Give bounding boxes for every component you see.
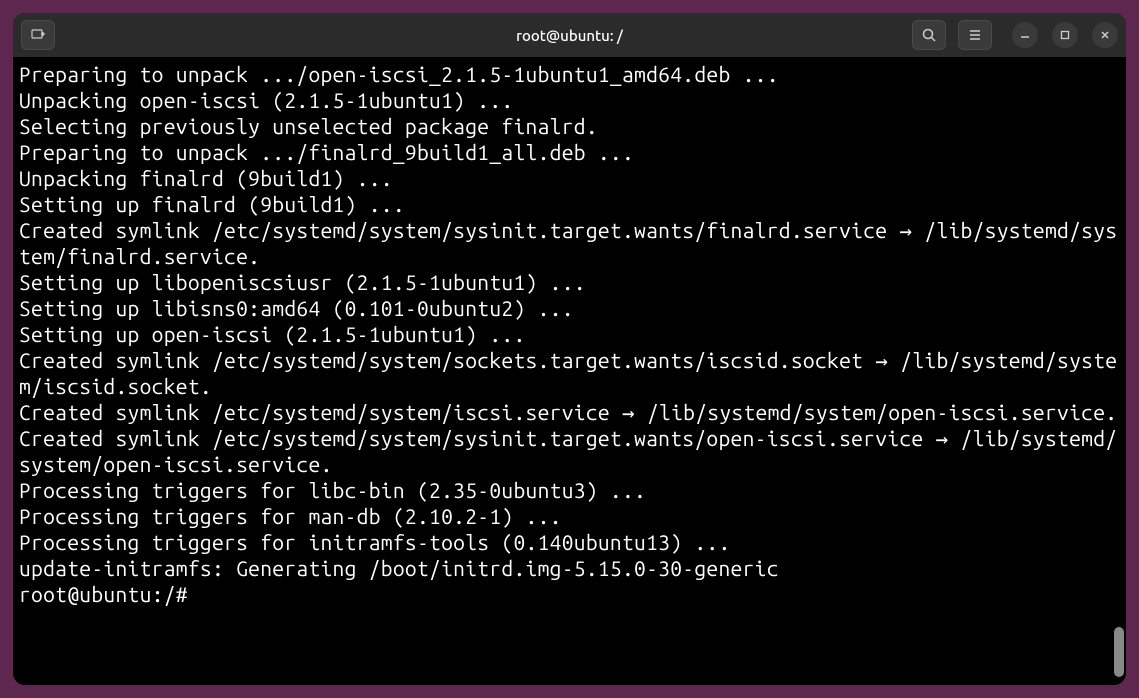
terminal-line: Created symlink /etc/systemd/system/sysi… [19, 217, 1120, 269]
terminal-prompt: root@ubuntu:/# [19, 582, 200, 606]
terminal-line: Processing triggers for man-db (2.10.2-1… [19, 503, 1120, 529]
hamburger-icon [967, 27, 983, 43]
minimize-button[interactable] [1012, 22, 1038, 48]
terminal-line: update-initramfs: Generating /boot/initr… [19, 555, 1120, 581]
terminal-line: Processing triggers for initramfs-tools … [19, 529, 1120, 555]
terminal-line: Selecting previously unselected package … [19, 113, 1120, 139]
terminal-line: Created symlink /etc/systemd/system/iscs… [19, 399, 1120, 425]
minimize-icon [1019, 29, 1031, 41]
terminal-line: Setting up open-iscsi (2.1.5-1ubuntu1) .… [19, 321, 1120, 347]
search-icon [921, 27, 937, 43]
maximize-button[interactable] [1052, 22, 1078, 48]
menu-button[interactable] [958, 20, 992, 50]
terminal-window: root@ubuntu: / [13, 13, 1126, 685]
terminal-line: Preparing to unpack .../finalrd_9build1_… [19, 139, 1120, 165]
terminal-line: Preparing to unpack .../open-iscsi_2.1.5… [19, 61, 1120, 87]
terminal-line: Setting up libopeniscsiusr (2.1.5-1ubunt… [19, 269, 1120, 295]
close-button[interactable] [1092, 22, 1118, 48]
terminal-line: Unpacking finalrd (9build1) ... [19, 165, 1120, 191]
new-tab-icon [30, 27, 46, 43]
search-button[interactable] [912, 20, 946, 50]
terminal-output[interactable]: Preparing to unpack .../open-iscsi_2.1.5… [13, 57, 1126, 685]
terminal-line: Created symlink /etc/systemd/system/sock… [19, 347, 1120, 399]
terminal-line: Processing triggers for libc-bin (2.35-0… [19, 477, 1120, 503]
titlebar: root@ubuntu: / [13, 13, 1126, 57]
maximize-icon [1059, 29, 1071, 41]
close-icon [1099, 29, 1111, 41]
terminal-line: Setting up libisns0:amd64 (0.101-0ubuntu… [19, 295, 1120, 321]
terminal-line: Unpacking open-iscsi (2.1.5-1ubuntu1) ..… [19, 87, 1120, 113]
new-tab-button[interactable] [21, 20, 55, 50]
terminal-line: Created symlink /etc/systemd/system/sysi… [19, 425, 1120, 477]
terminal-line: Setting up finalrd (9build1) ... [19, 191, 1120, 217]
scrollbar-thumb[interactable] [1114, 627, 1124, 677]
